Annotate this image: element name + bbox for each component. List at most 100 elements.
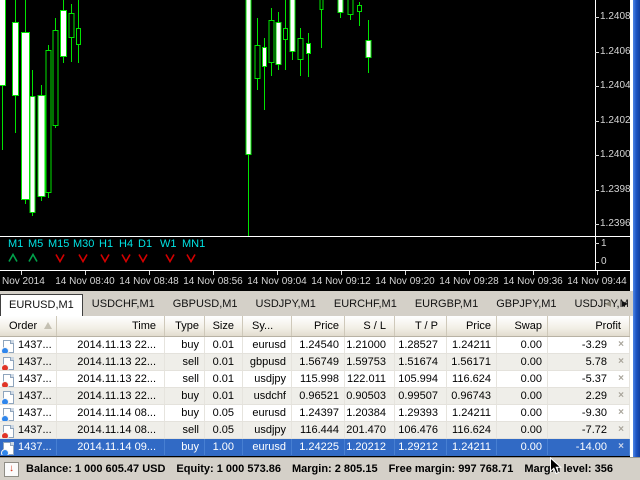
cell-symbol: eurusd [243, 439, 292, 455]
cell-swap: 0.00 [497, 371, 548, 387]
candle [52, 18, 59, 128]
close-order-button[interactable]: × [618, 424, 624, 435]
table-body: 1437... 2014.11.13 22... buy 0.01 eurusd 1.24… [0, 337, 630, 456]
cell-price_cur: 1.24211 [447, 439, 497, 455]
cell-price_open: 1.24540 [292, 337, 345, 353]
pane-separator [0, 270, 630, 271]
column-header-tp[interactable]: T / P [395, 316, 447, 336]
trade-row[interactable]: 1437... 2014.11.13 22... buy 0.01 eurusd 1.24… [0, 337, 630, 354]
trade-row[interactable]: 1437... 2014.11.14 08... buy 0.05 eurusd 1.24… [0, 405, 630, 422]
arrow-down-icon [121, 254, 131, 264]
column-header-swap[interactable]: Swap [497, 316, 548, 336]
close-order-button[interactable]: × [618, 373, 624, 384]
tab-eurchf-m1[interactable]: EURCHF,M1 [325, 294, 406, 316]
window-border-right[interactable] [633, 0, 640, 457]
time-tick [149, 271, 150, 275]
column-header-label: Sy... [252, 320, 274, 332]
time-axis-label: 14 Nov 08:56 [183, 276, 243, 287]
cell-profit: -14.00 × [548, 439, 630, 455]
trade-row[interactable]: 1437... 2014.11.14 09... buy 1.00 eurusd 1.24… [0, 439, 630, 456]
timeframe-button-m5[interactable]: M5 [28, 239, 43, 250]
close-order-button[interactable]: × [618, 441, 624, 452]
order-buy-icon [1, 340, 14, 353]
column-header-order[interactable]: Order [0, 316, 57, 336]
column-header-sl[interactable]: S / L [345, 316, 395, 336]
profit-value: -7.72 [581, 424, 607, 436]
column-header-label: T / P [414, 320, 438, 332]
timeframe-button-mn1[interactable]: MN1 [182, 239, 205, 250]
arrow-up-icon [28, 252, 38, 262]
timeframe-button-m1[interactable]: M1 [8, 239, 23, 250]
trade-status-icon: ↓ [4, 461, 19, 477]
timeframe-button-m30[interactable]: M30 [73, 239, 94, 250]
column-header-label: Type [175, 320, 199, 332]
close-order-button[interactable]: × [618, 390, 624, 401]
trade-terminal: Order Time Type Size Sy... Price S / L T / P Pri… [0, 316, 630, 456]
close-order-button[interactable]: × [618, 407, 624, 418]
cell-tp: 105.994 [395, 371, 447, 387]
timeframe-button-h1[interactable]: H1 [99, 239, 113, 250]
status-balance: Balance: 1 000 605.47 USD [26, 463, 166, 475]
column-header-price_open[interactable]: Price [292, 316, 345, 336]
pane-separator[interactable] [0, 236, 630, 237]
timeframe-button-m15[interactable]: M15 [48, 239, 69, 250]
cell-symbol: usdjpy [243, 422, 292, 438]
tab-gbpjpy-m1[interactable]: GBPJPY,M1 [487, 294, 565, 316]
column-header-price_cur[interactable]: Price [447, 316, 497, 336]
column-header-label: Price [313, 320, 339, 332]
candle [275, 12, 282, 70]
arrow-down-icon [138, 254, 148, 264]
cell-type: buy [165, 439, 205, 455]
trade-row[interactable]: 1437... 2014.11.13 22... sell 0.01 usdjpy 115… [0, 371, 630, 388]
cell-tp: 106.476 [395, 422, 447, 438]
column-header-size[interactable]: Size [205, 316, 243, 336]
profit-value: 2.29 [585, 390, 607, 402]
order-number: 1437... [18, 356, 52, 368]
timeframe-button-h4[interactable]: H4 [119, 239, 133, 250]
timeframe-button-d1[interactable]: D1 [138, 239, 152, 250]
time-axis-label: 14 Nov 09:28 [439, 276, 499, 287]
cell-symbol: usdjpy [243, 371, 292, 387]
tab-eurgbp-m1[interactable]: EURGBP,M1 [406, 294, 487, 316]
column-header-time[interactable]: Time [57, 316, 165, 336]
cell-symbol: eurusd [243, 337, 292, 353]
time-tick [341, 271, 342, 275]
order-type-dot [1, 347, 9, 353]
cell-tp: 1.29393 [395, 405, 447, 421]
table-header: Order Time Type Size Sy... Price S / L T / P Pri… [0, 316, 630, 337]
cell-time: 2014.11.14 08... [57, 405, 165, 421]
candle [297, 28, 304, 76]
time-axis-label: 14 Nov 08:40 [55, 276, 115, 287]
arrow-down-icon [78, 254, 88, 264]
tab-usdchf-m1[interactable]: USDCHF,M1 [83, 294, 164, 316]
column-header-symbol[interactable]: Sy... [243, 316, 292, 336]
cell-price_cur: 116.624 [447, 371, 497, 387]
trade-row[interactable]: 1437... 2014.11.13 22... buy 0.01 usdchf 0.96… [0, 388, 630, 405]
close-order-button[interactable]: × [618, 339, 624, 350]
cell-sl: 201.470 [345, 422, 395, 438]
column-header-label: S / L [363, 320, 386, 332]
cell-price_cur: 0.96743 [447, 388, 497, 404]
time-tick [533, 271, 534, 275]
order-buy-icon [1, 408, 14, 421]
column-header-profit[interactable]: Profit [548, 316, 630, 336]
cell-time: 2014.11.14 08... [57, 422, 165, 438]
order-type-dot [1, 415, 9, 421]
cell-time: 2014.11.13 22... [57, 354, 165, 370]
tab-gbpusd-m1[interactable]: GBPUSD,M1 [164, 294, 247, 316]
cell-size: 0.01 [205, 388, 243, 404]
profit-value: -9.30 [581, 407, 607, 419]
close-order-button[interactable]: × [618, 356, 624, 367]
trade-row[interactable]: 1437... 2014.11.13 22... sell 0.01 gbpusd 1.5… [0, 354, 630, 371]
column-header-type[interactable]: Type [165, 316, 205, 336]
tab-usdjpy-m1[interactable]: USDJPY,M1 [247, 294, 325, 316]
tab-scroll-left-button[interactable]: ◀ [601, 297, 615, 311]
price-tick [595, 190, 599, 191]
tab-eurusd-m1[interactable]: EURUSD,M1 [0, 294, 83, 316]
trade-row[interactable]: 1437... 2014.11.14 08... sell 0.05 usdjpy 116… [0, 422, 630, 439]
candle [337, 0, 344, 18]
timeframe-button-w1[interactable]: W1 [160, 239, 177, 250]
cell-type: sell [165, 354, 205, 370]
status-margin_level: Margin level: 356 [524, 463, 613, 475]
tab-scroll-right-button[interactable]: ▶ [618, 297, 632, 311]
